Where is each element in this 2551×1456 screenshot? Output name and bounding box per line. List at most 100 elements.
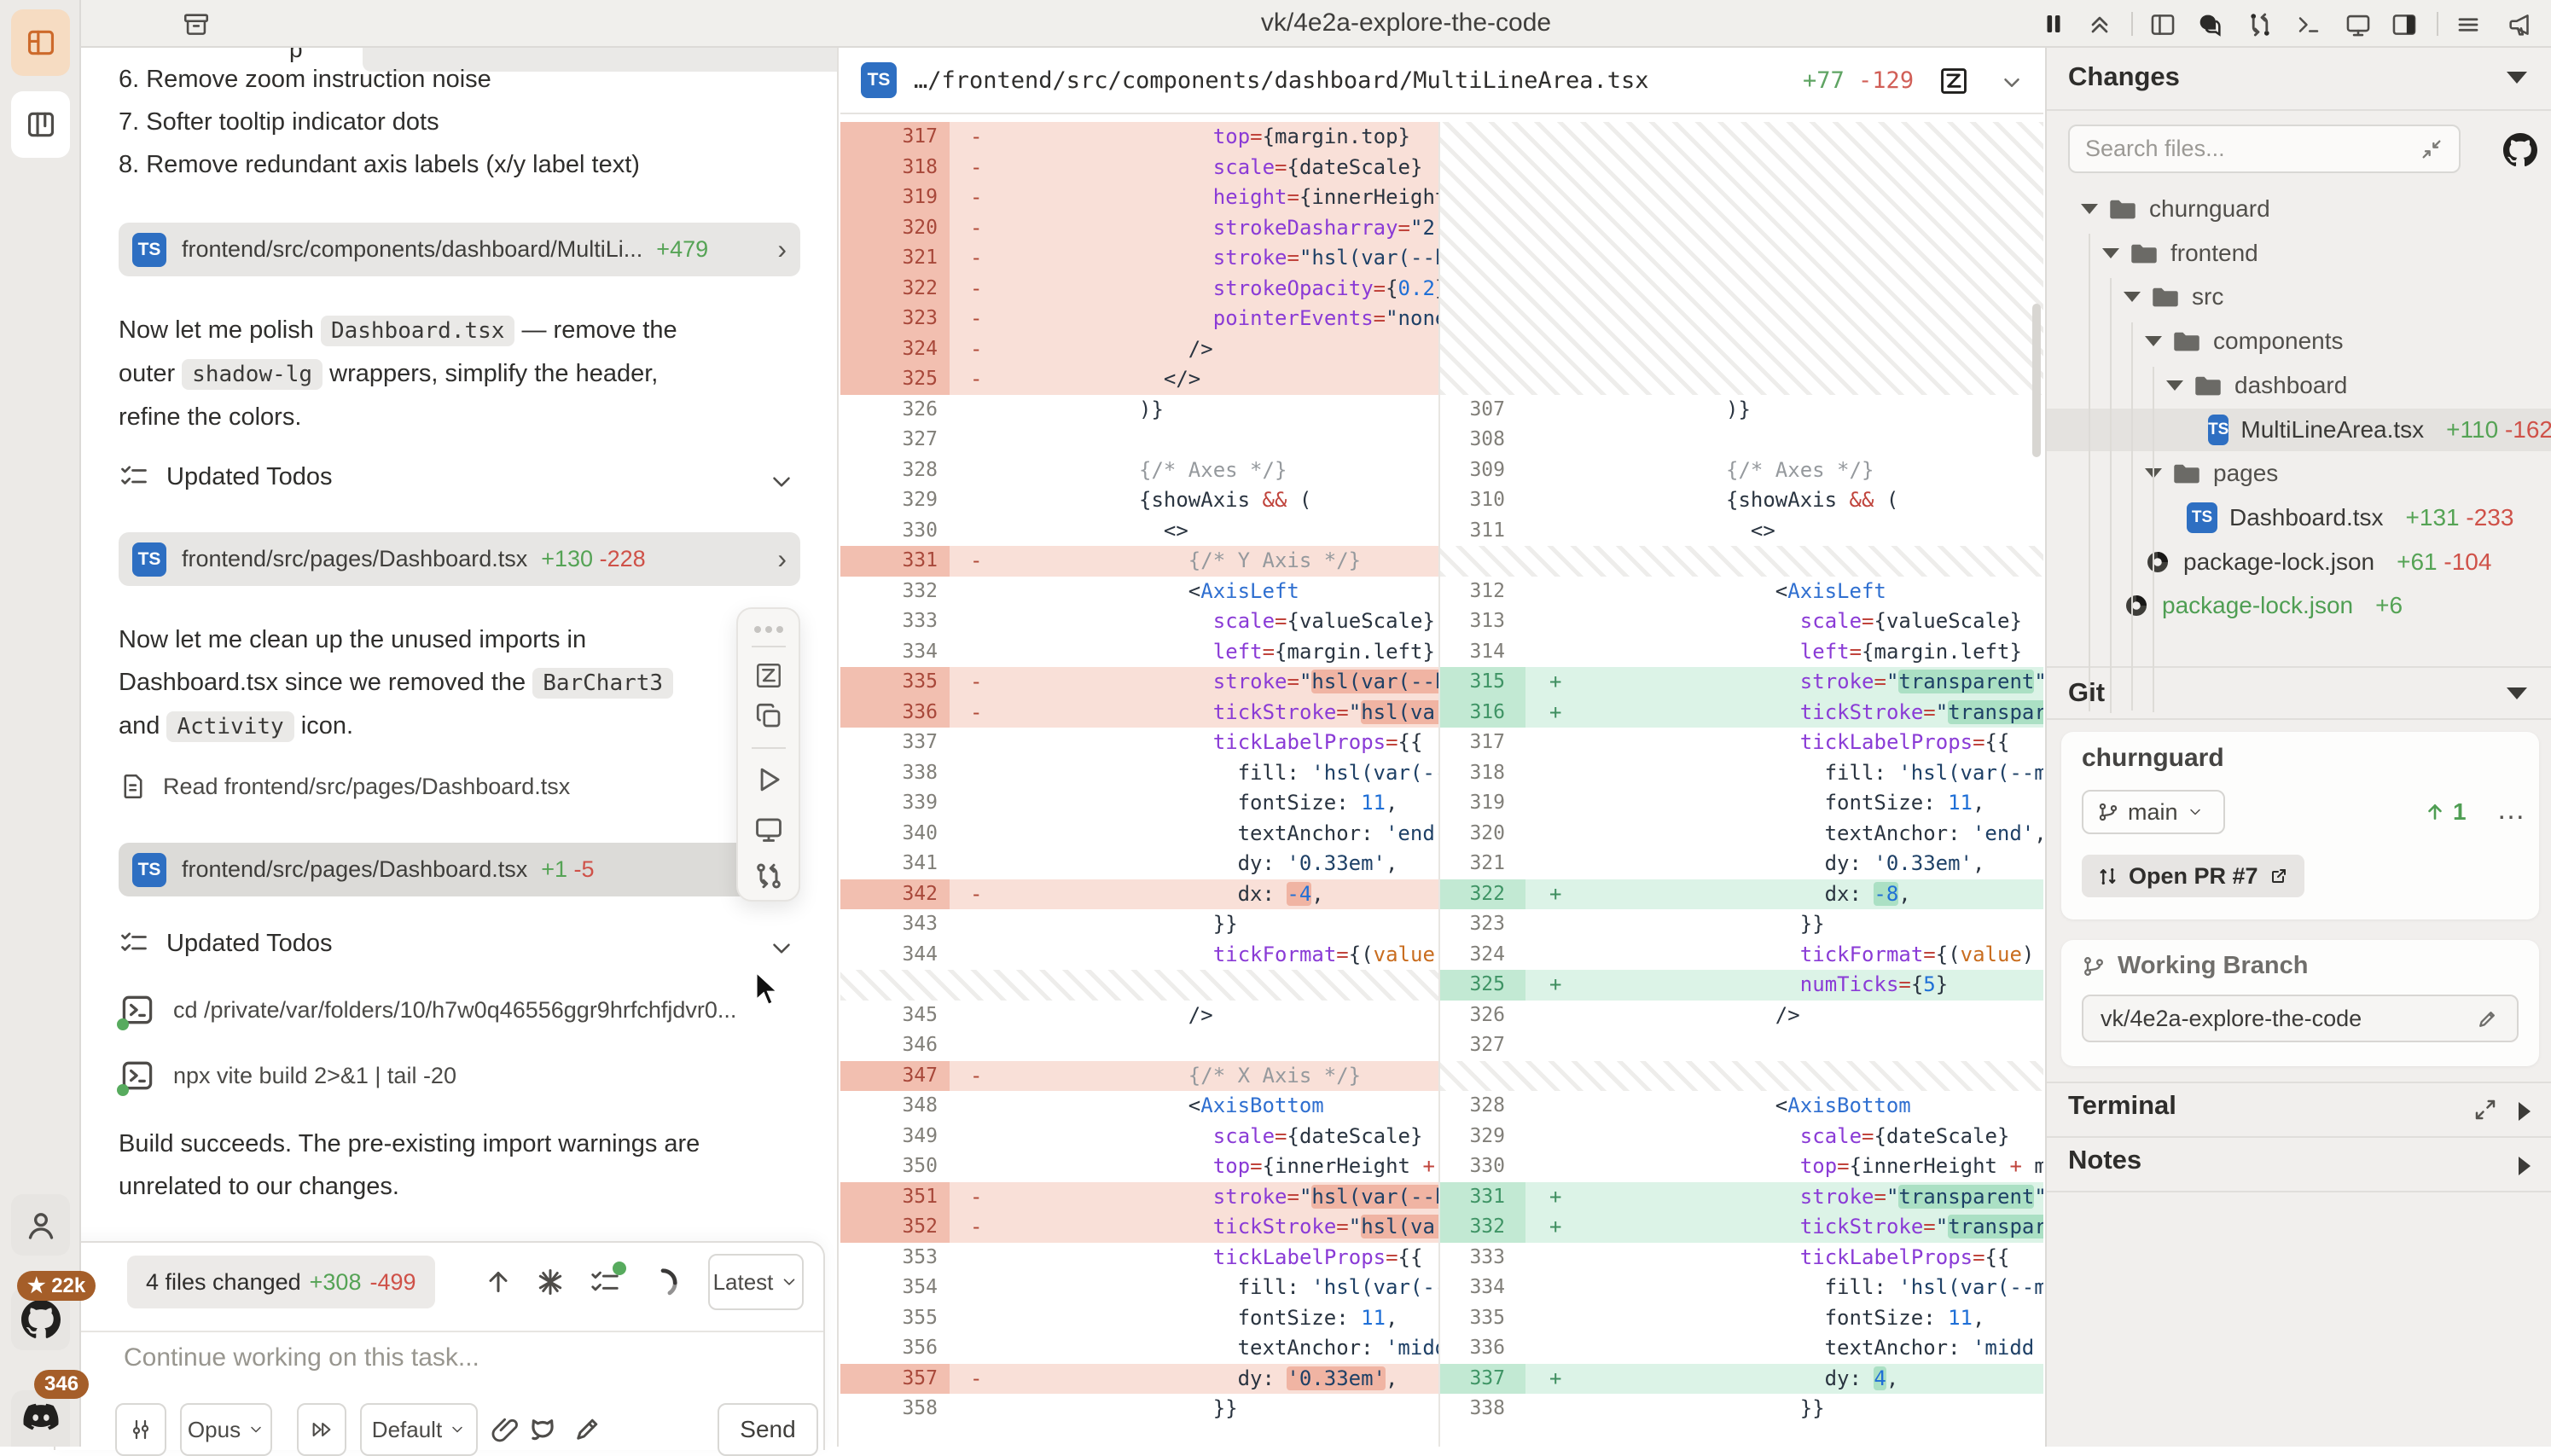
read-file-row[interactable]: Read frontend/src/pages/Dashboard.tsx [119,771,570,802]
tree-item-src[interactable]: src [2047,276,2551,318]
diff-line: 341dy: '0.33em', [840,849,1438,879]
open-pr-label: Open PR #7 [2129,863,2258,890]
fast-forward-button[interactable] [297,1403,346,1456]
model-dropdown[interactable]: Opus [180,1403,272,1456]
mode-dropdown[interactable]: Default [360,1403,478,1456]
more-options-icon[interactable]: … [2496,793,2528,827]
sliders-icon [128,1417,154,1442]
diff-line: 334left={margin.left} [840,637,1438,668]
tree-item-components[interactable]: components [2047,320,2551,363]
cat-icon[interactable] [526,1413,559,1446]
github-icon[interactable] [2503,133,2537,167]
zed-review-icon[interactable] [753,660,784,691]
tree-item-package-lock-json[interactable]: package-lock.json+6 [2047,584,2551,627]
section-expand-triangle[interactable] [2519,1102,2531,1121]
changes-section-header[interactable]: Changes [2068,61,2180,92]
notes-section-header[interactable]: Notes [2068,1145,2141,1175]
diff-editor: TS …/frontend/src/components/dashboard/M… [840,48,2043,1447]
additions: +130 [541,546,593,571]
pause-icon[interactable] [2041,11,2066,37]
play-icon[interactable] [753,763,785,796]
assistant-paragraph: Now let me polish Dashboard.tsx — remove… [119,309,677,438]
send-button[interactable]: Send [718,1403,818,1456]
file-change-chip[interactable]: TS frontend/src/pages/Dashboard.tsx +130… [119,532,800,586]
section-collapse-triangle[interactable] [2507,687,2527,699]
diff-line: 331+stroke="transparent" [1440,1182,2043,1213]
chevron-down-icon[interactable] [1999,70,2025,96]
diff-line: 339fontSize: 11, [840,788,1438,819]
tree-item-churnguard[interactable]: churnguard [2047,188,2551,230]
toolbar-divider-2 [2437,12,2438,36]
terminal-command-row[interactable]: npx vite build 2>&1 | tail -20 [119,1057,456,1094]
ts-file-icon: TS [132,542,166,577]
terminal-prompt-icon[interactable] [2294,12,2323,38]
files-changed-chip[interactable]: 4 files changed +308 -499 [127,1256,435,1308]
section-collapse-triangle[interactable] [2507,72,2527,84]
terminal-section-header[interactable]: Terminal [2068,1090,2176,1121]
todos-status-icon[interactable] [589,1267,623,1301]
window-title: vk/4e2a-explore-the-code [1150,9,1662,38]
collapse-up-icon[interactable] [2086,11,2113,38]
tree-item-package-lock-json[interactable]: package-lock.json+61 -104 [2047,541,2551,583]
caret-down-icon[interactable] [2102,248,2119,258]
starburst-icon[interactable] [535,1267,566,1297]
version-dropdown[interactable]: Latest [708,1254,804,1310]
branch-dropdown[interactable]: main [2082,790,2225,834]
copy-icon[interactable] [753,700,784,731]
chat-bubble-icon[interactable] [2194,10,2225,39]
github-stars-badge: ★ 22k [17,1271,96,1301]
search-files-input[interactable]: Search files... [2068,125,2461,173]
chevron-down-icon[interactable] [767,934,796,963]
section-expand-triangle[interactable] [2519,1157,2531,1175]
layout-tab-button[interactable] [11,9,70,76]
diff-line: 312<AxisLeft [1440,577,2043,607]
up-arrow-icon[interactable] [483,1267,514,1297]
caret-down-icon[interactable] [2166,380,2183,391]
tree-item-frontend[interactable]: frontend [2047,232,2551,275]
file-change-chip[interactable]: TS frontend/src/components/dashboard/Mul… [119,223,800,276]
diff-scrollbar-thumb[interactable] [2032,304,2041,457]
archive-icon[interactable] [181,10,212,39]
open-pr-button[interactable]: Open PR #7 [2082,855,2304,897]
chevron-down-icon[interactable] [767,467,796,496]
megaphone-icon[interactable] [2506,10,2535,39]
tree-item-dashboard-tsx[interactable]: TSDashboard.tsx+131 -233 [2047,496,2551,539]
assistant-paragraph: Now let me clean up the unused imports i… [119,618,673,748]
kanban-tab-button[interactable] [11,91,70,158]
git-compare-icon[interactable] [753,861,784,891]
more-options-icon[interactable] [752,624,786,635]
menu-icon[interactable] [2453,12,2484,38]
pencil-icon[interactable] [2476,1006,2500,1030]
account-button[interactable] [11,1194,70,1256]
tree-item-pages[interactable]: pages [2047,452,2551,495]
paperclip-icon[interactable] [491,1413,520,1446]
git-compare-icon[interactable] [2246,10,2275,39]
toolbar-divider [2131,12,2133,36]
updated-todos-row[interactable]: Updated Todos [119,461,333,492]
monitor-icon[interactable] [753,813,785,845]
git-section-header[interactable]: Git [2068,677,2105,708]
panel-left-icon[interactable] [2148,10,2177,39]
total-additions: +308 [310,1269,362,1296]
read-file-label: Read frontend/src/pages/Dashboard.tsx [163,774,570,800]
message-input[interactable]: Continue working on this task... [124,1343,479,1372]
diff-line: 319fontSize: 11, [1440,788,2043,819]
caret-down-icon[interactable] [2081,204,2098,214]
working-branch-input[interactable]: vk/4e2a-explore-the-code [2082,995,2519,1042]
panel-right-icon[interactable] [2390,10,2419,39]
pen-icon[interactable] [572,1413,603,1444]
zed-open-icon[interactable] [1938,65,1970,97]
tree-item-dashboard[interactable]: dashboard [2047,364,2551,407]
caret-down-icon[interactable] [2145,336,2162,346]
monitor-icon[interactable] [2344,10,2373,39]
caret-down-icon[interactable] [2124,292,2141,302]
updated-todos-row[interactable]: Updated Todos [119,928,333,959]
tree-item-multilinearea-tsx[interactable]: TSMultiLineArea.tsx+110 -162 [2047,409,2551,451]
terminal-command-row[interactable]: cd /private/var/folders/10/h7w0q46556ggr… [119,991,736,1029]
settings-sliders-button[interactable] [115,1403,166,1456]
file-change-chip-hover[interactable]: TS frontend/src/pages/Dashboard.tsx +1 -… [119,843,800,896]
diff-line: 329scale={dateScale} [1440,1122,2043,1152]
shrink-icon[interactable] [2420,137,2443,161]
expand-icon[interactable] [2473,1097,2498,1122]
command-success-dot [117,1018,129,1030]
